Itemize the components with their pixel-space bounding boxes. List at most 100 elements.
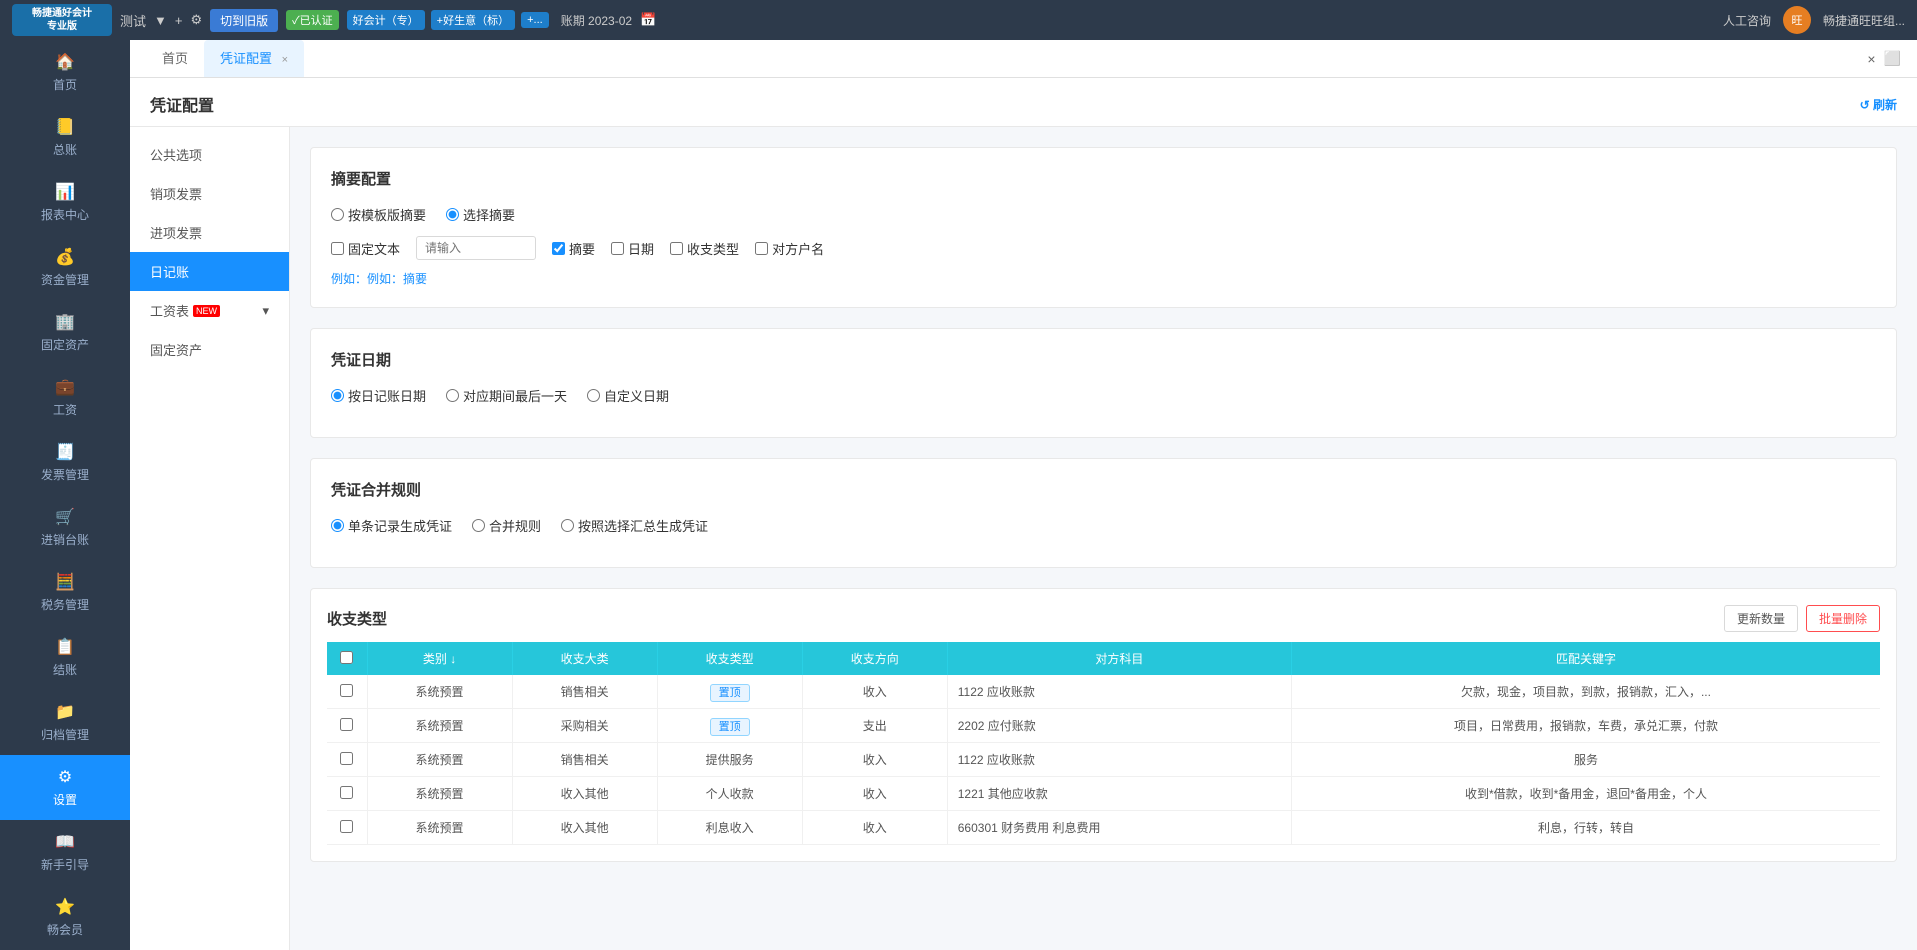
tab-window-close-btn[interactable]: × — [1867, 50, 1875, 67]
sidebar-item-purchase-sales[interactable]: 🛒 进销台账 — [0, 495, 130, 560]
calendar-icon[interactable]: 📅 — [640, 12, 656, 28]
sidebar-item-reports[interactable]: 📊 报表中心 — [0, 170, 130, 235]
radio-summary-generate-input[interactable] — [561, 519, 574, 532]
checkbox-summary-input[interactable] — [552, 242, 565, 255]
config-nav: 公共选项 销项发票 进项发票 日记账 工资表 NEW ▾ 固定资产 — [130, 127, 290, 950]
sidebar-item-general-ledger[interactable]: 📒 总账 — [0, 105, 130, 170]
summary-radio-template[interactable]: 按模板版摘要 — [331, 205, 426, 224]
checkbox-date[interactable]: 日期 — [611, 239, 654, 258]
summary-radio-select-input[interactable] — [446, 208, 459, 221]
sidebar-item-funds[interactable]: 💰 资金管理 — [0, 235, 130, 300]
row-category-1: 系统预置 — [367, 709, 512, 743]
app-logo: 畅捷通好会计 专业版 — [12, 4, 112, 36]
select-all-checkbox[interactable] — [340, 651, 353, 664]
period-label: 账期 2023-02 — [561, 12, 632, 29]
summary-radio-group: 按模板版摘要 选择摘要 — [331, 205, 1876, 224]
merge-rule-title: 凭证合并规则 — [331, 479, 1876, 500]
row-account-3: 1221 其他应收款 — [947, 777, 1291, 811]
row-keywords-2: 服务 — [1291, 743, 1880, 777]
config-nav-journal[interactable]: 日记账 — [130, 252, 289, 291]
sidebar-label-purchase: 进销台账 — [41, 531, 89, 548]
batch-delete-btn[interactable]: 批量删除 — [1806, 605, 1880, 632]
config-layout: 公共选项 销项发票 进项发票 日记账 工资表 NEW ▾ 固定资产 — [130, 127, 1917, 950]
top-tag-0: 置顶 — [710, 684, 750, 702]
col-header-checkbox — [327, 642, 367, 675]
sidebar-item-salary[interactable]: 💼 工资 — [0, 365, 130, 430]
sidebar-item-tax[interactable]: 🧮 税务管理 — [0, 560, 130, 625]
radio-single-record-input[interactable] — [331, 519, 344, 532]
row-account-0: 1122 应收账款 — [947, 675, 1291, 709]
summary-radio-select[interactable]: 选择摘要 — [446, 205, 515, 224]
checkbox-counterpart-name[interactable]: 对方户名 — [755, 239, 824, 258]
company-dropdown[interactable]: ▼ — [154, 13, 167, 28]
row-checkbox-4[interactable] — [340, 820, 353, 833]
sidebar-label-invoices: 发票管理 — [41, 466, 89, 483]
sidebar-label-close: 结账 — [53, 661, 77, 678]
col-header-type: 收支类型 — [657, 642, 802, 675]
refresh-btn[interactable]: ↺ 刷新 — [1860, 96, 1897, 113]
sidebar-item-close[interactable]: 📋 结账 — [0, 625, 130, 690]
tab-bar-right: × ⬜ — [1867, 50, 1901, 67]
checkbox-date-input[interactable] — [611, 242, 624, 255]
radio-journal-date[interactable]: 按日记账日期 — [331, 386, 426, 405]
checkbox-fixed-text-input[interactable] — [331, 242, 344, 255]
summary-checkbox-row: 固定文本 摘要 日期 收支类型 — [331, 236, 1876, 260]
tab-home[interactable]: 首页 — [146, 40, 204, 77]
sidebar-item-archive[interactable]: 📁 归档管理 — [0, 690, 130, 755]
certified-tag: ✓已认证 — [286, 10, 339, 30]
close-accounts-icon: 📋 — [55, 637, 75, 657]
tab-close-icon[interactable]: × — [282, 54, 288, 66]
row-type-3: 个人收款 — [657, 777, 802, 811]
summary-section: 摘要配置 按模板版摘要 选择摘要 — [310, 147, 1897, 308]
radio-merge-rule[interactable]: 合并规则 — [472, 516, 541, 535]
row-direction-0: 收入 — [802, 675, 947, 709]
human-consult-link[interactable]: 人工咨询 — [1723, 12, 1771, 29]
update-qty-btn[interactable]: 更新数量 — [1724, 605, 1798, 632]
tab-bar: 首页 凭证配置 × × ⬜ — [130, 40, 1917, 78]
config-nav-payroll[interactable]: 工资表 NEW ▾ — [130, 291, 289, 330]
sidebar-item-membership[interactable]: ⭐ 畅会员 — [0, 885, 130, 950]
add-icon[interactable]: + — [175, 13, 183, 28]
radio-journal-date-input[interactable] — [331, 389, 344, 402]
tab-voucher-config[interactable]: 凭证配置 × — [204, 40, 304, 77]
top-tag-1: 置顶 — [710, 718, 750, 736]
fixed-text-input[interactable] — [416, 236, 536, 260]
summary-section-title: 摘要配置 — [331, 168, 1876, 189]
config-nav-purchase-invoice[interactable]: 进项发票 — [130, 213, 289, 252]
sidebar-item-assets[interactable]: 🏢 固定资产 — [0, 300, 130, 365]
radio-custom-date-input[interactable] — [587, 389, 600, 402]
new-badge: NEW — [193, 305, 220, 317]
tab-window-maximize-btn[interactable]: ⬜ — [1884, 50, 1901, 67]
app-tag-0: 好会计（专） — [347, 10, 425, 30]
config-nav-public[interactable]: 公共选项 — [130, 135, 289, 174]
config-content: 摘要配置 按模板版摘要 选择摘要 — [290, 127, 1917, 950]
sidebar-item-home[interactable]: 🏠 首页 — [0, 40, 130, 105]
checkbox-income-type-input[interactable] — [670, 242, 683, 255]
radio-merge-rule-input[interactable] — [472, 519, 485, 532]
checkbox-counterpart-input[interactable] — [755, 242, 768, 255]
radio-custom-date[interactable]: 自定义日期 — [587, 386, 669, 405]
radio-period-last[interactable]: 对应期间最后一天 — [446, 386, 567, 405]
row-checkbox-3[interactable] — [340, 786, 353, 799]
radio-period-last-input[interactable] — [446, 389, 459, 402]
checkbox-fixed-text[interactable]: 固定文本 — [331, 239, 400, 258]
config-nav-sales-invoice[interactable]: 销项发票 — [130, 174, 289, 213]
sidebar-item-settings[interactable]: ⚙ 设置 — [0, 755, 130, 820]
radio-summary-generate[interactable]: 按照选择汇总生成凭证 — [561, 516, 708, 535]
row-checkbox-0[interactable] — [340, 684, 353, 697]
col-header-direction: 收支方向 — [802, 642, 947, 675]
config-nav-fixed-assets[interactable]: 固定资产 — [130, 330, 289, 369]
switch-version-btn[interactable]: 切到旧版 — [210, 9, 278, 32]
summary-radio-template-input[interactable] — [331, 208, 344, 221]
salary-icon: 💼 — [55, 377, 75, 397]
sidebar-item-invoices[interactable]: 🧾 发票管理 — [0, 430, 130, 495]
row-category-3: 系统预置 — [367, 777, 512, 811]
settings-icon[interactable]: ⚙ — [190, 12, 202, 28]
row-checkbox-1[interactable] — [340, 718, 353, 731]
row-type-2: 提供服务 — [657, 743, 802, 777]
row-checkbox-2[interactable] — [340, 752, 353, 765]
checkbox-summary[interactable]: 摘要 — [552, 239, 595, 258]
radio-single-record[interactable]: 单条记录生成凭证 — [331, 516, 452, 535]
checkbox-income-type[interactable]: 收支类型 — [670, 239, 739, 258]
sidebar-item-guide[interactable]: 📖 新手引导 — [0, 820, 130, 885]
